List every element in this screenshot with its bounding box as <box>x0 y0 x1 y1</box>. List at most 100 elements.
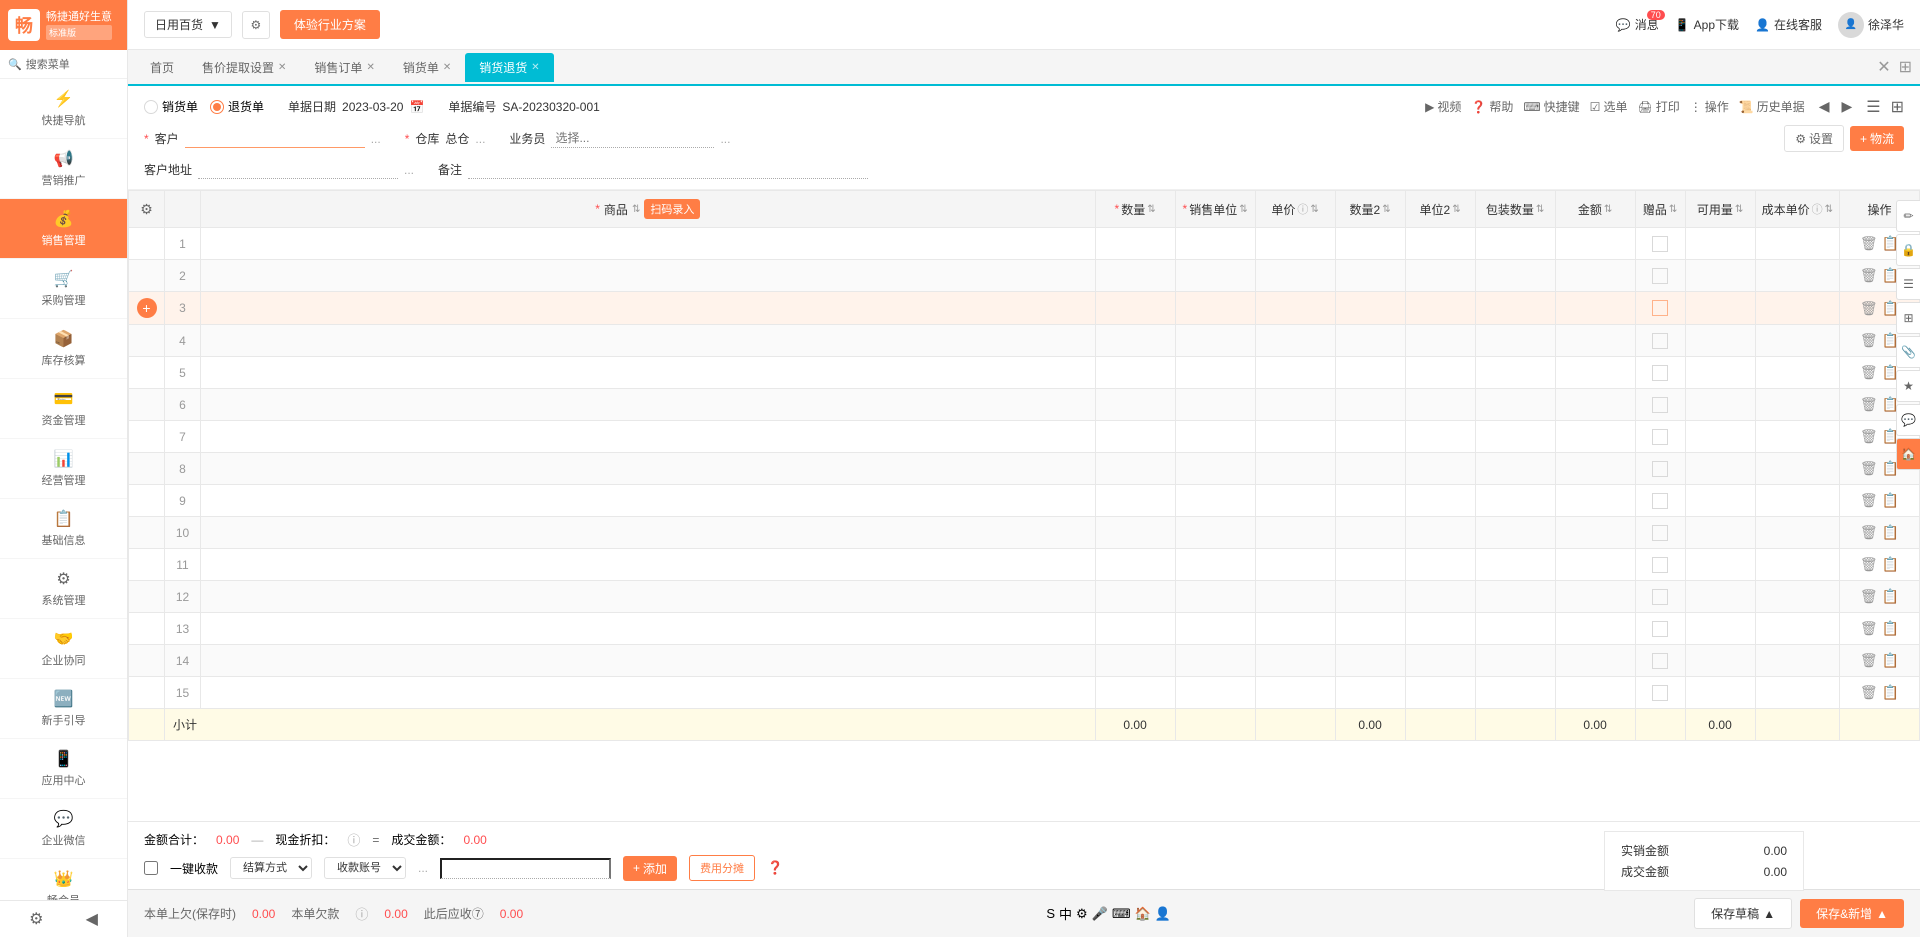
one-click-pay-checkbox[interactable] <box>144 861 158 875</box>
sidebar-collapse-icon[interactable]: ◀ <box>86 909 98 929</box>
tool-icon-4[interactable]: ⌨ <box>1112 906 1131 922</box>
tab-sales-return[interactable]: 销货退货 ✕ <box>465 53 553 82</box>
tab-close-sales-delivery[interactable]: ✕ <box>443 62 451 73</box>
tab-price-config[interactable]: 售价提取设置 ✕ <box>188 53 300 82</box>
side-lock-btn[interactable]: 🔒 <box>1896 234 1920 266</box>
address-more-btn[interactable]: ... <box>404 163 414 177</box>
select-order-btn[interactable]: ☑ 选单 <box>1590 98 1628 115</box>
cp-13[interactable]: 📋 <box>1882 620 1899 637</box>
cost-info-icon[interactable]: ⓘ <box>1812 201 1823 217</box>
discount-help-icon[interactable]: ⓘ <box>347 830 360 849</box>
next-record-btn[interactable]: ▶ <box>1837 96 1856 117</box>
gift-checkbox-1[interactable] <box>1652 236 1668 252</box>
tab-sales-order[interactable]: 销售订单 ✕ <box>300 53 388 82</box>
gift-checkbox-8[interactable] <box>1652 461 1668 477</box>
ime-icon[interactable]: S <box>1046 906 1055 921</box>
operate-btn[interactable]: ⋮ 操作 <box>1690 98 1729 115</box>
help-btn[interactable]: ❓ 帮助 <box>1471 98 1513 115</box>
online-service-btn[interactable]: 👤 在线客服 <box>1755 16 1822 33</box>
tool-icon-6[interactable]: 👤 <box>1155 906 1171 922</box>
sort-pkg-icon[interactable]: ⇅ <box>1536 204 1544 215</box>
radio-return[interactable]: 退货单 <box>210 98 264 115</box>
demo-button[interactable]: 体验行业方案 <box>280 10 380 39</box>
del-8[interactable]: 🗑 <box>1860 460 1878 477</box>
sidebar-item-inventory[interactable]: 📦 库存核算 <box>0 319 127 379</box>
sort-gift-icon[interactable]: ⇅ <box>1669 204 1677 215</box>
del-11[interactable]: 🗑 <box>1860 556 1878 573</box>
sidebar-item-system[interactable]: ⚙ 系统管理 <box>0 559 127 619</box>
sort-unit-icon[interactable]: ⇅ <box>1239 204 1247 215</box>
side-edit-btn[interactable]: ✏ <box>1896 200 1920 232</box>
gift-checkbox-15[interactable] <box>1652 685 1668 701</box>
account-select[interactable]: 收款账号 <box>324 857 406 879</box>
product-input-3[interactable] <box>207 301 1089 315</box>
setup-button[interactable]: ⚙ 设置 <box>1784 125 1844 152</box>
side-layout-btn[interactable]: ⊞ <box>1896 302 1920 334</box>
salesperson-input[interactable] <box>551 129 714 148</box>
view-grid-icon[interactable]: ⊞ <box>1891 97 1904 117</box>
tab-close-price-config[interactable]: ✕ <box>278 62 286 73</box>
gift-checkbox-3[interactable] <box>1652 300 1668 316</box>
video-btn[interactable]: ▶ 视频 <box>1425 98 1461 115</box>
cp-15[interactable]: 📋 <box>1882 684 1899 701</box>
sort-avail-icon[interactable]: ⇅ <box>1735 204 1743 215</box>
side-list-btn[interactable]: ☰ <box>1896 268 1920 300</box>
sidebar-item-finance[interactable]: 💳 资金管理 <box>0 379 127 439</box>
del-6[interactable]: 🗑 <box>1860 396 1878 413</box>
topbar-settings-btn[interactable]: ⚙ <box>242 11 270 39</box>
radio-sale[interactable]: 销货单 <box>144 98 198 115</box>
sidebar-item-operations[interactable]: 📊 经营管理 <box>0 439 127 499</box>
address-input[interactable] <box>198 160 398 179</box>
gift-checkbox-12[interactable] <box>1652 589 1668 605</box>
maximize-window-btn[interactable]: ⊞ <box>1899 57 1912 77</box>
gift-checkbox-9[interactable] <box>1652 493 1668 509</box>
remark-input[interactable] <box>468 160 868 179</box>
sort-product-icon[interactable]: ⇅ <box>632 204 640 215</box>
gift-checkbox-5[interactable] <box>1652 365 1668 381</box>
app-download-btn[interactable]: 📱 App下载 <box>1675 16 1739 33</box>
sidebar-item-newbie[interactable]: 🆕 新手引导 <box>0 679 127 739</box>
close-window-btn[interactable]: ✕ <box>1877 57 1890 77</box>
del-9[interactable]: 🗑 <box>1860 492 1878 509</box>
expense-split-btn[interactable]: 费用分摊 <box>689 855 755 881</box>
amount-field[interactable] <box>440 858 611 879</box>
sidebar-item-basic[interactable]: 📋 基础信息 <box>0 499 127 559</box>
tab-sales-delivery[interactable]: 销货单 ✕ <box>389 53 465 82</box>
sort-qty2-icon[interactable]: ⇅ <box>1382 204 1390 215</box>
gift-checkbox-4[interactable] <box>1652 333 1668 349</box>
tool-icon-1[interactable]: 中 <box>1059 904 1072 923</box>
gift-checkbox-10[interactable] <box>1652 525 1668 541</box>
tab-close-sales-return[interactable]: ✕ <box>531 62 539 73</box>
expense-help-icon[interactable]: ❓ <box>767 860 783 876</box>
tool-icon-3[interactable]: 🎤 <box>1092 906 1108 922</box>
side-star-btn[interactable]: ★ <box>1896 370 1920 402</box>
tool-icon-5[interactable]: 🏠 <box>1135 906 1151 922</box>
sort-unit2-icon[interactable]: ⇅ <box>1452 204 1460 215</box>
prev-record-btn[interactable]: ◀ <box>1815 96 1834 117</box>
history-btn[interactable]: 📜 历史单据 <box>1739 98 1805 115</box>
add-row-btn[interactable]: + <box>137 298 157 318</box>
delete-row-1-btn[interactable]: 🗑 <box>1860 235 1878 252</box>
gift-checkbox-6[interactable] <box>1652 397 1668 413</box>
cp-14[interactable]: 📋 <box>1882 652 1899 669</box>
view-list-icon[interactable]: ☰ <box>1866 97 1880 117</box>
category-selector[interactable]: 日用百货 ▼ <box>144 11 232 38</box>
calendar-icon[interactable]: 📅 <box>409 100 424 114</box>
delete-row-3-btn[interactable]: 🗑 <box>1860 300 1878 317</box>
sidebar-item-wechat[interactable]: 💬 企业微信 <box>0 799 127 859</box>
cp-12[interactable]: 📋 <box>1882 588 1899 605</box>
gift-checkbox-14[interactable] <box>1652 653 1668 669</box>
table-settings-icon[interactable]: ⚙ <box>135 201 158 218</box>
sidebar-item-marketing[interactable]: 📢 营销推广 <box>0 139 127 199</box>
cp-9[interactable]: 📋 <box>1882 492 1899 509</box>
del-14[interactable]: 🗑 <box>1860 652 1878 669</box>
sidebar-item-sales[interactable]: 💰 销售管理 <box>0 199 127 259</box>
price-info-icon[interactable]: ⓘ <box>1297 201 1308 217</box>
gift-checkbox-13[interactable] <box>1652 621 1668 637</box>
side-msg-btn[interactable]: 💬 <box>1896 404 1920 436</box>
sidebar-item-enterprise[interactable]: 🤝 企业协同 <box>0 619 127 679</box>
tab-close-sales-order[interactable]: ✕ <box>366 62 374 73</box>
customer-input[interactable] <box>185 129 365 148</box>
user-profile-btn[interactable]: 👤 徐泽华 <box>1838 12 1904 38</box>
gift-checkbox-11[interactable] <box>1652 557 1668 573</box>
